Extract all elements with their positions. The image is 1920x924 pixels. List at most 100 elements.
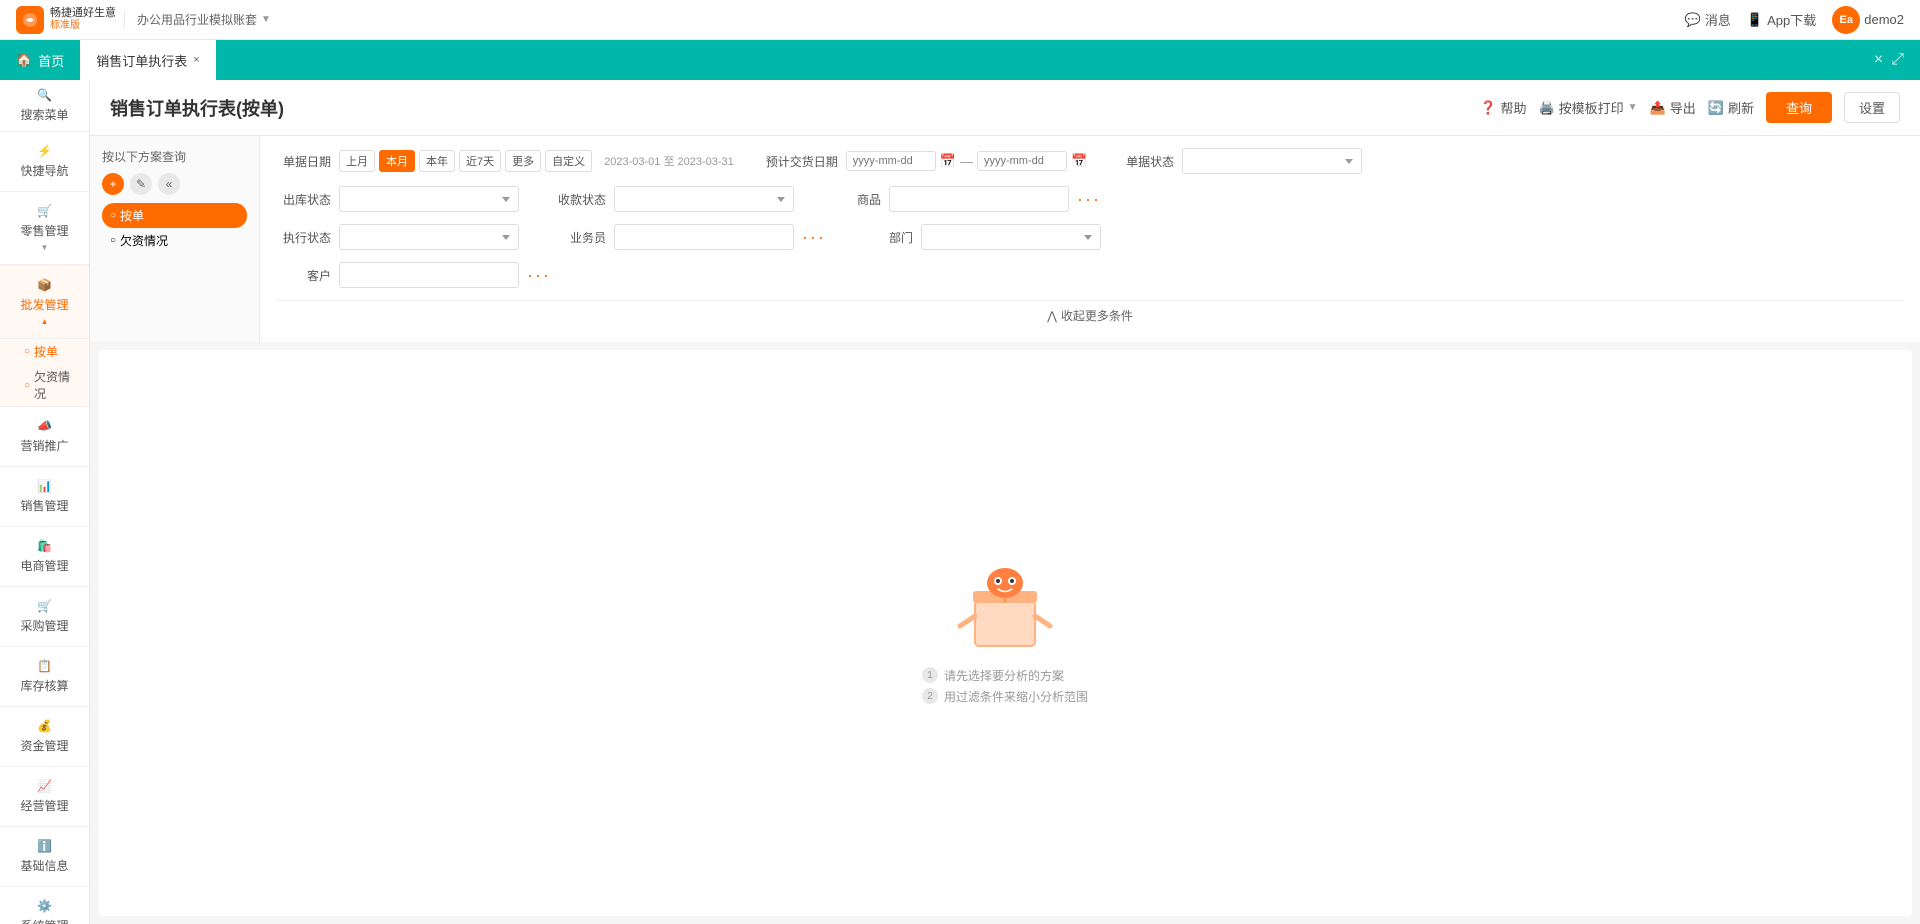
delivery-date-from[interactable] [846,151,936,171]
window-close-button[interactable]: × [1874,51,1883,69]
scheme-item-按单[interactable]: ○ 按单 [102,203,247,228]
retail-label: 零售管理 [20,222,68,239]
scheme-按单-label: 按单 [120,207,144,224]
refresh-label: 刷新 [1728,98,1754,117]
sidebar-item-finance[interactable]: 💰 资金管理 [0,707,89,767]
sidebar-item-marketing[interactable]: 📣 营销推广 [0,407,89,467]
filter-right-panel: 单据日期 上月 本月 本年 近7天 更多 自定义 2023-03-01 至 20… [260,136,1920,342]
print-button[interactable]: 🖨️ 按模板打印 ▼ [1538,98,1637,117]
user-profile[interactable]: Ea demo2 [1832,6,1904,34]
tip-text-1: 请先选择要分析的方案 [944,667,1064,684]
settings-button[interactable]: 设置 [1844,92,1900,123]
top-header: 畅捷通好生意 标准版 办公用品行业模拟账套 ▼ 💬 消息 📱 App下载 Ea … [0,0,1920,40]
tab-sales-order-exec[interactable]: 销售订单执行表 × [80,40,215,80]
sidebar-sub-按单[interactable]: ○ 按单 [0,339,89,364]
filter-left-panel: 按以下方案查询 + ✎ « ○ 按单 ○ 欠资情况 [90,136,260,342]
export-button[interactable]: 📤 导出 [1650,98,1696,117]
sidebar-quick-nav[interactable]: ⚡ 快捷导航 [0,132,89,192]
date-range-display: 2023-03-01 至 2023-03-31 [604,153,734,169]
retail-icon: 🛒 [37,204,52,218]
last-month-button[interactable]: 上月 [339,150,375,172]
message-icon: 💬 [1685,12,1701,28]
message-action[interactable]: 💬 消息 [1685,10,1731,29]
last7days-button[interactable]: 近7天 [459,150,501,172]
salesperson-label: 业务员 [551,229,606,246]
page-actions: ❓ 帮助 🖨️ 按模板打印 ▼ 📤 导出 🔄 刷新 [1480,92,1900,123]
sidebar-item-purchase[interactable]: 🛒 采购管理 [0,587,89,647]
exec-status-label: 执行状态 [276,229,331,246]
search-icon: 🔍 [37,88,52,102]
sidebar-search[interactable]: 🔍 搜索菜单 [0,80,89,132]
collapse-more-button[interactable]: ⋀ 收起更多条件 [1047,307,1133,324]
sidebar-item-system[interactable]: ⚙️ 系统管理 [0,887,89,924]
product-more-button[interactable]: ··· [1077,190,1101,208]
system-icon: ⚙️ [37,899,52,913]
help-button[interactable]: ❓ 帮助 [1480,98,1526,117]
operations-icon: 📈 [37,779,52,793]
salesperson-input[interactable] [614,224,794,250]
sidebar-item-inventory[interactable]: 📋 库存核算 [0,647,89,707]
print-dropdown-arrow: ▼ [1628,102,1638,113]
more-button[interactable]: 更多 [505,150,541,172]
message-label: 消息 [1705,10,1731,29]
customer-input[interactable] [339,262,519,288]
chevron-icon: ▼ [41,243,49,252]
print-dropdown[interactable]: 按模板打印 ▼ [1559,98,1638,117]
ecommerce-icon: 🛍️ [37,539,52,553]
tip-num-2: 2 [922,688,938,704]
payment-status-field: 收款状态 [551,186,794,212]
sidebar-item-operations[interactable]: 📈 经营管理 [0,767,89,827]
this-month-button[interactable]: 本月 [379,150,415,172]
exec-status-select[interactable] [339,224,519,250]
doc-status-label: 单据状态 [1119,153,1174,170]
payment-status-select[interactable] [614,186,794,212]
refresh-button[interactable]: 🔄 刷新 [1708,98,1754,117]
doc-status-field: 单据状态 [1119,148,1362,174]
doc-status-select[interactable] [1182,148,1362,174]
calendar-icon-from[interactable]: 📅 [940,153,956,169]
app-selector[interactable]: 办公用品行业模拟账套 ▼ [124,11,271,28]
header-right: 💬 消息 📱 App下载 Ea demo2 [1685,6,1904,34]
window-maximize-button[interactable]: ⤢ [1891,51,1904,69]
export-icon: 📤 [1650,100,1666,116]
sidebar-item-ecommerce[interactable]: 🛍️ 电商管理 [0,527,89,587]
query-button[interactable]: 查询 [1766,92,1832,123]
tab-window-actions: × ⤢ [1874,51,1920,69]
basic-icon: ℹ️ [37,839,52,853]
sidebar-item-sales[interactable]: 📊 销售管理 [0,467,89,527]
this-year-button[interactable]: 本年 [419,150,455,172]
department-select[interactable] [921,224,1101,250]
logo-svg [21,11,39,29]
sidebar-group-wholesale: 📦 批发管理 ▲ ○ 按单 ○ 欠资情况 [0,266,89,407]
tab-close-icon[interactable]: × [193,54,199,66]
edit-scheme-button[interactable]: ✎ [130,173,152,195]
sidebar-group-retail: 🛒 零售管理 ▼ [0,192,89,266]
chevron-up-icon: ⋀ [1047,309,1057,323]
collapse-scheme-button[interactable]: « [158,173,180,195]
app-download-action[interactable]: 📱 App下载 [1747,10,1816,29]
app-download-label: App下载 [1767,10,1816,29]
out-stock-label: 出库状态 [276,191,331,208]
sidebar-item-wholesale[interactable]: 📦 批发管理 ▲ [0,266,89,339]
customer-more-button[interactable]: ··· [527,266,551,284]
user-name-label: demo2 [1864,12,1904,27]
sidebar-sub-欠资情况[interactable]: ○ 欠资情况 [0,364,89,406]
empty-tips: 1 请先选择要分析的方案 2 用过滤条件来缩小分析范围 [922,667,1088,705]
tab-sales-order-label: 销售订单执行表 [96,51,187,70]
sidebar-item-retail[interactable]: 🛒 零售管理 ▼ [0,192,89,265]
ecommerce-label: 电商管理 [20,557,68,574]
sidebar-item-basic[interactable]: ℹ️ 基础信息 [0,827,89,887]
chevron-up-icon: ▲ [41,317,49,326]
product-input[interactable] [889,186,1069,212]
salesperson-more-button[interactable]: ··· [802,228,826,246]
add-scheme-button[interactable]: + [102,173,124,195]
calendar-icon-to[interactable]: 📅 [1071,153,1087,169]
delivery-date-to[interactable] [977,151,1067,171]
custom-button[interactable]: 自定义 [545,150,592,172]
scheme-item-欠资情况[interactable]: ○ 欠资情况 [102,228,247,253]
tab-home[interactable]: 🏠 首页 [0,40,80,80]
empty-tip-1: 1 请先选择要分析的方案 [922,667,1088,684]
out-stock-select[interactable] [339,186,519,212]
avatar: Ea [1832,6,1860,34]
circle-icon-按单: ○ [24,346,30,357]
